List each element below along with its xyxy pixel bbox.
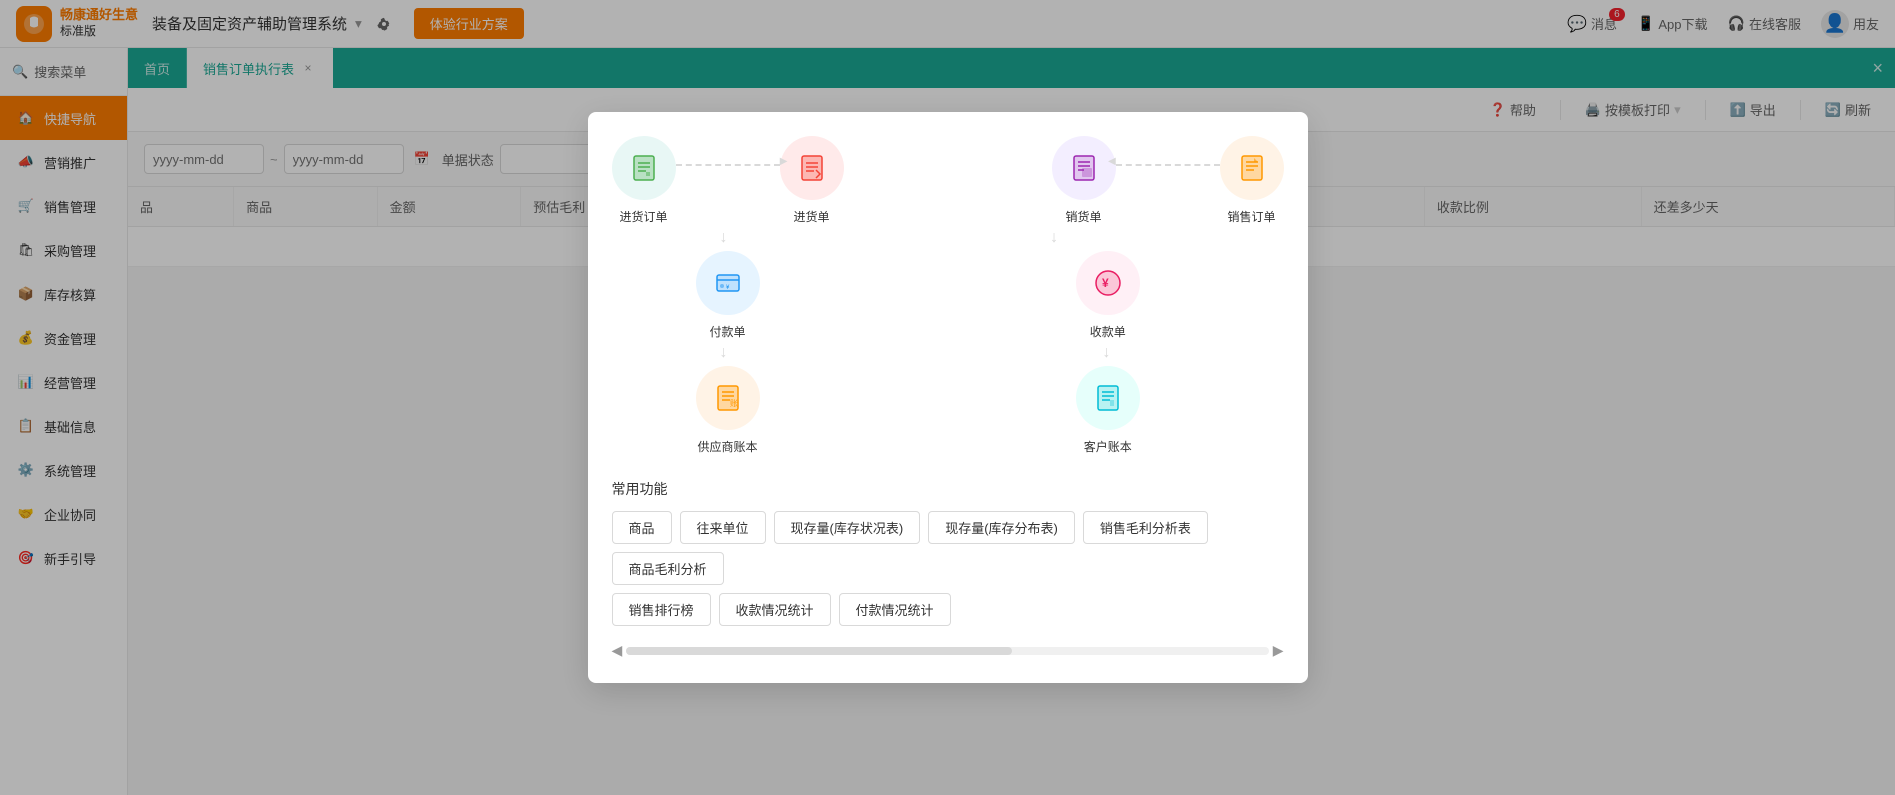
common-func-section: 常用功能 商品 往来单位 现存量(库存状况表) 现存量(库存分布表) 销售毛利分… bbox=[612, 479, 1284, 626]
func-btn-product[interactable]: 商品 bbox=[612, 511, 672, 544]
func-buttons-row1: 商品 往来单位 现存量(库存状况表) 现存量(库存分布表) 销售毛利分析表 商品… bbox=[612, 511, 1284, 585]
arrows-down-row: ↓ ↓ bbox=[612, 225, 1284, 251]
kehu-icon bbox=[1076, 366, 1140, 430]
common-func-title: 常用功能 bbox=[612, 479, 1284, 499]
scrollbar-track[interactable] bbox=[626, 647, 1268, 655]
xiaohuo-label: 销货单 bbox=[1065, 208, 1101, 225]
arrow-down-2: ↓ bbox=[1022, 225, 1086, 251]
dashed-line-1 bbox=[676, 164, 780, 166]
popup-scrollbar-area: ◀ ▶ bbox=[612, 642, 1284, 659]
down-arrow-2: ↓ bbox=[1022, 229, 1086, 247]
kehu-label: 客户账本 bbox=[1084, 438, 1132, 455]
fukuan-label: 付款单 bbox=[709, 323, 745, 340]
func-btn-partner[interactable]: 往来单位 bbox=[680, 511, 766, 544]
flow-node-kehu[interactable]: 客户账本 bbox=[1076, 366, 1140, 455]
popup-overlay[interactable]: 进货订单 进货单 bbox=[0, 0, 1895, 795]
svg-text:账: 账 bbox=[730, 399, 738, 408]
fukuan-icon: ¥ bbox=[696, 251, 760, 315]
flow-node-jinghuo-order[interactable]: 进货订单 bbox=[612, 136, 676, 225]
spacer-ad2-mid bbox=[756, 340, 1075, 366]
svg-text:¥: ¥ bbox=[1102, 276, 1109, 290]
down-arrow-1: ↓ bbox=[692, 229, 756, 247]
xiaoshou-order-icon bbox=[1220, 136, 1284, 200]
flow-diagram: 进货订单 进货单 bbox=[612, 136, 1284, 455]
jinghuo-order-icon bbox=[612, 136, 676, 200]
flow-node-xiaohuo[interactable]: 销货单 bbox=[1052, 136, 1116, 225]
shoukuan-icon: ¥ bbox=[1076, 251, 1140, 315]
jinghuo-single-label: 进货单 bbox=[793, 208, 829, 225]
flow-node-gongyingshang[interactable]: 账 供应商账本 bbox=[696, 366, 760, 455]
spacer-4 bbox=[1220, 225, 1284, 251]
func-btn-stock-dist[interactable]: 现存量(库存分布表) bbox=[928, 511, 1075, 544]
func-btn-sales-rank[interactable]: 销售排行榜 bbox=[612, 593, 711, 626]
arrow-down-3: ↓ bbox=[692, 340, 756, 366]
xiaoshou-order-label: 销售订单 bbox=[1227, 208, 1275, 225]
arrow-2 bbox=[1116, 136, 1220, 166]
flow-node-shoukuan[interactable]: ¥ 收款单 bbox=[1076, 251, 1140, 340]
scrollbar-thumb bbox=[626, 647, 1011, 655]
gongyingshang-icon: 账 bbox=[696, 366, 760, 430]
flow-node-jinghuo-single[interactable]: 进货单 bbox=[780, 136, 844, 225]
shoukuan-label: 收款单 bbox=[1090, 323, 1126, 340]
func-btn-sales-gross[interactable]: 销售毛利分析表 bbox=[1083, 511, 1208, 544]
flow-node-xiaoshou-order[interactable]: 销售订单 bbox=[1220, 136, 1284, 225]
flow-row-2: ¥ 付款单 ¥ 收款单 bbox=[612, 251, 1284, 340]
func-btn-stock-status[interactable]: 现存量(库存状况表) bbox=[774, 511, 921, 544]
arrows-down-row2: ↓ ↓ bbox=[612, 340, 1284, 366]
func-btn-receipt-stats[interactable]: 收款情况统计 bbox=[719, 593, 831, 626]
func-btn-payment-stats[interactable]: 付款情况统计 bbox=[839, 593, 951, 626]
spacer-2 bbox=[756, 225, 1023, 251]
scroll-left-btn[interactable]: ◀ bbox=[612, 642, 623, 659]
down-arrow-4: ↓ bbox=[1075, 344, 1139, 362]
jinghuo-order-label: 进货订单 bbox=[619, 208, 667, 225]
jinghuo-single-icon bbox=[780, 136, 844, 200]
arrow-down-4: ↓ bbox=[1075, 340, 1139, 366]
func-btn-product-gross[interactable]: 商品毛利分析 bbox=[612, 552, 724, 585]
flow-node-fukuan[interactable]: ¥ 付款单 bbox=[696, 251, 760, 340]
flow-row-1: 进货订单 进货单 bbox=[612, 136, 1284, 225]
xiaohuo-icon bbox=[1052, 136, 1116, 200]
func-buttons-row2: 销售排行榜 收款情况统计 付款情况统计 bbox=[612, 593, 1284, 626]
spacer-3 bbox=[1086, 225, 1219, 251]
gongyingshang-label: 供应商账本 bbox=[697, 438, 757, 455]
flow-row-3: 账 供应商账本 客户账本 bbox=[612, 366, 1284, 455]
scroll-right-btn[interactable]: ▶ bbox=[1273, 642, 1284, 659]
popup-box: 进货订单 进货单 bbox=[588, 112, 1308, 683]
down-arrow-3: ↓ bbox=[692, 344, 756, 362]
arrow-1 bbox=[676, 136, 780, 166]
arrow-down-1: ↓ bbox=[692, 225, 756, 251]
spacer-ad2-right bbox=[1139, 340, 1284, 366]
dashed-line-2 bbox=[1116, 164, 1220, 166]
